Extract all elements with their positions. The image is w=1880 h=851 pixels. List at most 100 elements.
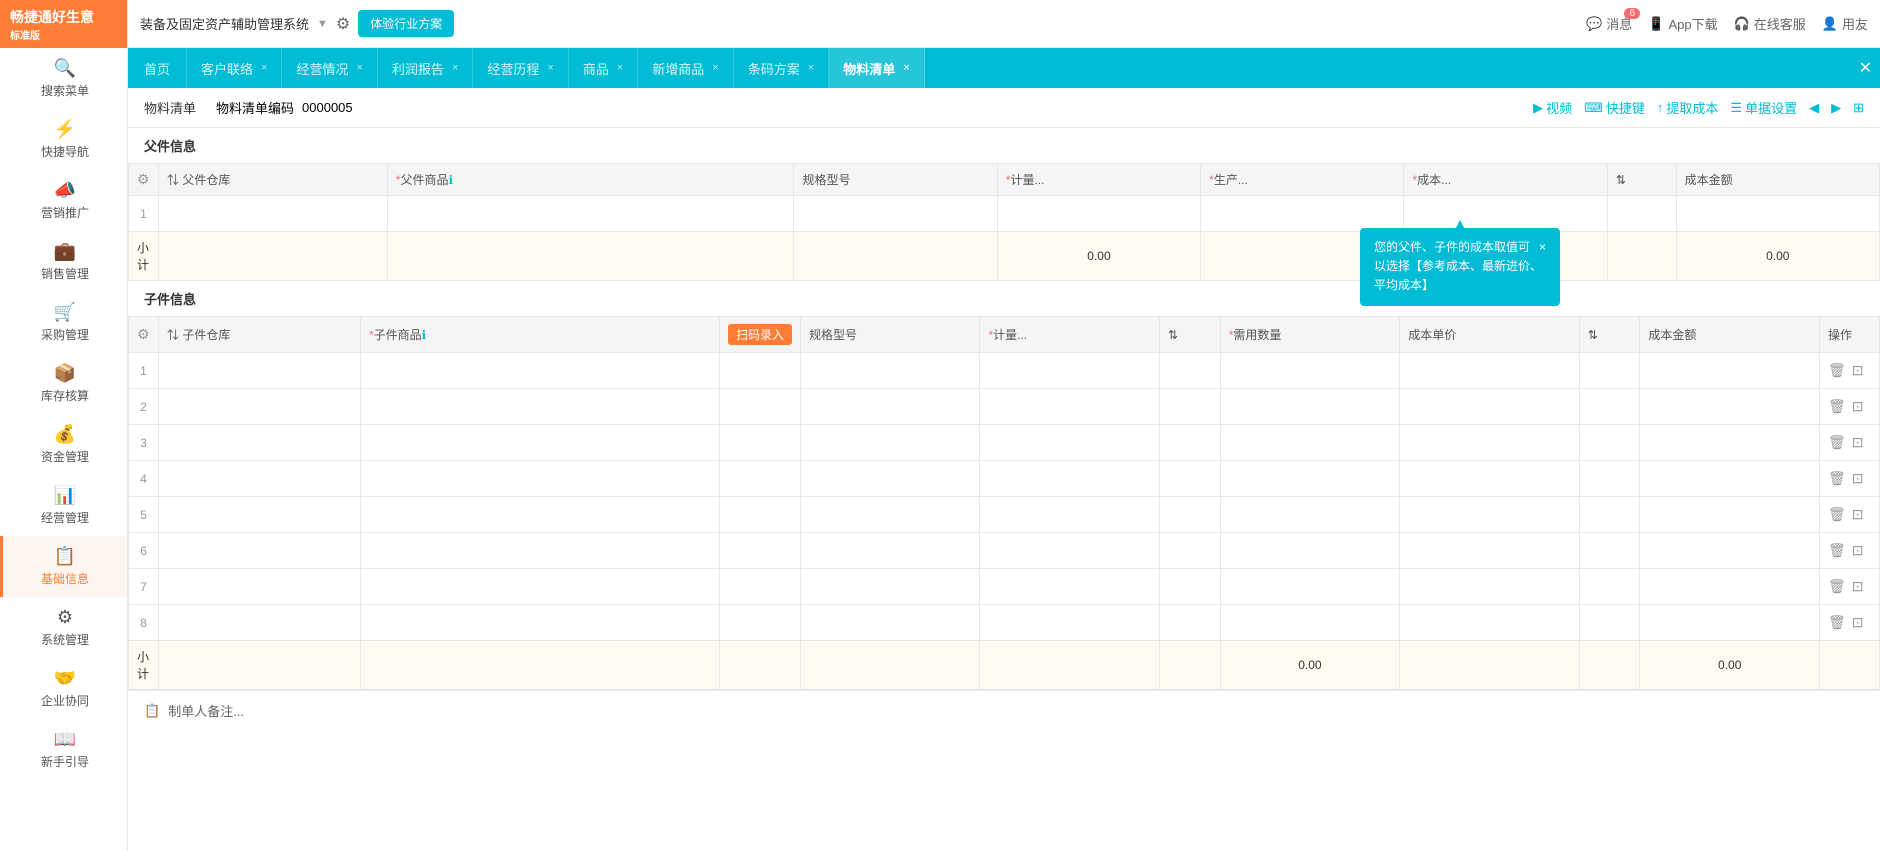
- child-price-cell[interactable]: [1400, 353, 1580, 389]
- child-goods-cell[interactable]: [360, 461, 719, 497]
- child-warehouse-cell[interactable]: [159, 497, 361, 533]
- tab-home[interactable]: 首页: [128, 48, 187, 88]
- sidebar-item-basic-info[interactable]: 📋 基础信息: [0, 536, 127, 597]
- sidebar-item-purchase[interactable]: 🛒 采购管理: [0, 292, 127, 353]
- child-price-cell[interactable]: [1400, 533, 1580, 569]
- expand-icon[interactable]: ⊞: [1853, 100, 1864, 116]
- tab-goods[interactable]: 商品 ×: [569, 48, 638, 88]
- child-price-cell[interactable]: [1400, 605, 1580, 641]
- tab-bom-close[interactable]: ×: [903, 62, 909, 74]
- single-setting-action[interactable]: ☰ 单据设置: [1730, 98, 1797, 117]
- child-spec-cell[interactable]: [800, 389, 980, 425]
- child-unit-cell[interactable]: [980, 533, 1160, 569]
- message-badge-item[interactable]: 💬 消息 6: [1586, 14, 1632, 33]
- tab-add-goods-close[interactable]: ×: [712, 62, 718, 74]
- child-qty-cell[interactable]: [1220, 353, 1400, 389]
- tab-history[interactable]: 经营历程 ×: [473, 48, 568, 88]
- child-goods-cell[interactable]: [360, 425, 719, 461]
- child-goods-cell[interactable]: [360, 389, 719, 425]
- copy-icon[interactable]: ⊡: [1852, 398, 1864, 415]
- child-price-cell[interactable]: [1400, 389, 1580, 425]
- child-goods-cell[interactable]: [360, 497, 719, 533]
- trial-button[interactable]: 体验行业方案: [358, 10, 454, 37]
- sidebar-item-newbie[interactable]: 📖 新手引导: [0, 719, 127, 780]
- tab-goods-close[interactable]: ×: [617, 62, 623, 74]
- sidebar-item-quick-nav[interactable]: ⚡ 快捷导航: [0, 109, 127, 170]
- child-spec-cell[interactable]: [800, 461, 980, 497]
- child-unit-cell[interactable]: [980, 461, 1160, 497]
- sidebar-item-search[interactable]: 🔍 搜索菜单: [0, 48, 127, 109]
- child-price-cell[interactable]: [1400, 497, 1580, 533]
- copy-icon[interactable]: ⊡: [1852, 362, 1864, 379]
- child-goods-cell[interactable]: [360, 533, 719, 569]
- child-unit-cell[interactable]: [980, 425, 1160, 461]
- user-item[interactable]: 👤 用友: [1822, 14, 1868, 33]
- child-warehouse-cell[interactable]: [159, 461, 361, 497]
- tab-add-goods[interactable]: 新增商品 ×: [638, 48, 733, 88]
- delete-icon[interactable]: 🗑: [1828, 434, 1846, 451]
- copy-icon[interactable]: ⊡: [1852, 470, 1864, 487]
- child-settings-gear-icon[interactable]: ⚙: [137, 326, 150, 342]
- nav-prev[interactable]: ◀: [1809, 100, 1819, 116]
- parent-spec-cell[interactable]: [794, 196, 997, 232]
- child-qty-cell[interactable]: [1220, 461, 1400, 497]
- shortcut-action[interactable]: ⌨ 快捷键: [1584, 98, 1645, 117]
- sidebar-item-sales[interactable]: 💼 销售管理: [0, 231, 127, 292]
- tab-profit[interactable]: 利润报告 ×: [378, 48, 473, 88]
- delete-icon[interactable]: 🗑: [1828, 470, 1846, 487]
- tab-barcode[interactable]: 条码方案 ×: [734, 48, 829, 88]
- child-warehouse-cell[interactable]: [159, 569, 361, 605]
- parent-warehouse-cell[interactable]: [159, 196, 388, 232]
- delete-icon[interactable]: 🗑: [1828, 398, 1846, 415]
- dropdown-icon[interactable]: ▼: [317, 18, 328, 30]
- child-spec-cell[interactable]: [800, 569, 980, 605]
- sidebar-item-management[interactable]: 📊 经营管理: [0, 475, 127, 536]
- nav-next[interactable]: ▶: [1831, 100, 1841, 116]
- child-qty-cell[interactable]: [1220, 605, 1400, 641]
- child-unit-cell[interactable]: [980, 389, 1160, 425]
- tab-customer-close[interactable]: ×: [261, 62, 267, 74]
- sidebar-item-system[interactable]: ⚙ 系统管理: [0, 597, 127, 658]
- tooltip-close-button[interactable]: ×: [1539, 238, 1546, 257]
- tab-operation[interactable]: 经营情况 ×: [282, 48, 377, 88]
- child-warehouse-cell[interactable]: [159, 389, 361, 425]
- child-warehouse-cell[interactable]: [159, 605, 361, 641]
- child-goods-cell[interactable]: [360, 569, 719, 605]
- parent-goods-cell[interactable]: [387, 196, 794, 232]
- child-price-cell[interactable]: [1400, 425, 1580, 461]
- tab-history-close[interactable]: ×: [547, 62, 553, 74]
- child-qty-cell[interactable]: [1220, 533, 1400, 569]
- copy-icon[interactable]: ⊡: [1852, 434, 1864, 451]
- sidebar-item-inventory[interactable]: 📦 库存核算: [0, 353, 127, 414]
- child-unit-cell[interactable]: [980, 497, 1160, 533]
- delete-icon[interactable]: 🗑: [1828, 578, 1846, 595]
- copy-icon[interactable]: ⊡: [1852, 506, 1864, 523]
- close-all-tabs[interactable]: ✕: [1859, 58, 1872, 78]
- child-spec-cell[interactable]: [800, 533, 980, 569]
- child-unit-cell[interactable]: [980, 353, 1160, 389]
- settings-gear-icon[interactable]: ⚙: [137, 171, 150, 187]
- child-unit-cell[interactable]: [980, 569, 1160, 605]
- delete-icon[interactable]: 🗑: [1828, 542, 1846, 559]
- tab-barcode-close[interactable]: ×: [808, 62, 814, 74]
- copy-icon[interactable]: ⊡: [1852, 614, 1864, 631]
- tab-profit-close[interactable]: ×: [452, 62, 458, 74]
- child-qty-cell[interactable]: [1220, 389, 1400, 425]
- tab-bom[interactable]: 物料清单 ×: [829, 48, 924, 88]
- child-price-cell[interactable]: [1400, 569, 1580, 605]
- child-spec-cell[interactable]: [800, 497, 980, 533]
- settings-icon[interactable]: ⚙: [336, 14, 350, 34]
- tab-operation-close[interactable]: ×: [356, 62, 362, 74]
- sidebar-item-marketing[interactable]: 📣 营销推广: [0, 170, 127, 231]
- child-goods-cell[interactable]: [360, 353, 719, 389]
- child-spec-cell[interactable]: [800, 425, 980, 461]
- delete-icon[interactable]: 🗑: [1828, 614, 1846, 631]
- view-action[interactable]: ▶ 视频: [1533, 98, 1572, 117]
- online-service-item[interactable]: 🎧 在线客服: [1734, 14, 1806, 33]
- child-warehouse-cell[interactable]: [159, 353, 361, 389]
- child-qty-cell[interactable]: [1220, 497, 1400, 533]
- child-warehouse-cell[interactable]: [159, 533, 361, 569]
- scan-button[interactable]: 扫码录入: [728, 324, 792, 345]
- app-download-item[interactable]: 📱 App下载: [1648, 14, 1717, 33]
- tab-customer[interactable]: 客户联络 ×: [187, 48, 282, 88]
